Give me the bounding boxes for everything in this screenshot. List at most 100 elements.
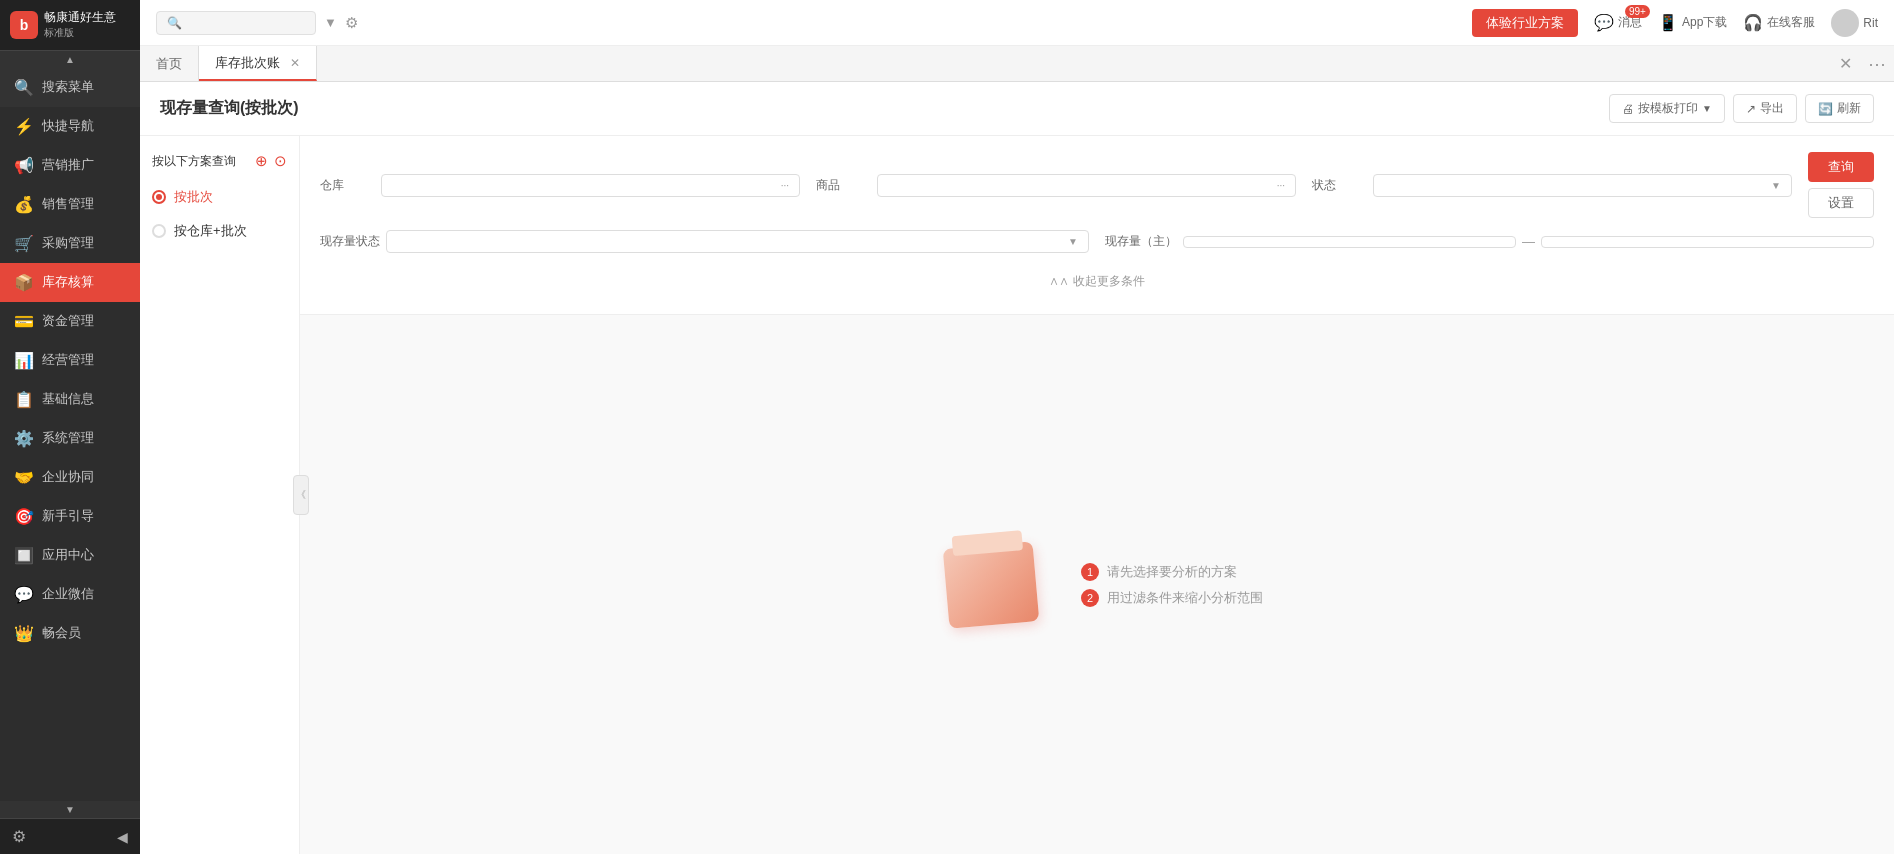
result-area: 仓库 ··· 商品 ··· 状态 <box>300 136 1894 854</box>
sidebar-item-purchase[interactable]: 🛒 采购管理 <box>0 224 140 263</box>
status-select[interactable]: ▼ <box>1373 174 1792 197</box>
empty-state: 1 请先选择要分析的方案 2 用过滤条件来缩小分析范围 <box>300 315 1894 854</box>
tab-home[interactable]: 首页 <box>140 46 199 81</box>
sidebar-item-quick-nav[interactable]: ⚡ 快捷导航 <box>0 107 140 146</box>
message-icon: 💬 <box>1594 13 1614 32</box>
sidebar-item-enterprise-wechat[interactable]: 💬 企业微信 <box>0 575 140 614</box>
condition-row-2: 现存量状态 ▼ 现存量（主） — <box>320 230 1874 253</box>
sidebar-item-label: 库存核算 <box>42 273 94 291</box>
filter-add-icon[interactable]: ⊕ <box>255 152 268 170</box>
sidebar-item-system[interactable]: ⚙️ 系统管理 <box>0 419 140 458</box>
sidebar-header: b 畅康通好生意 标准版 <box>0 0 140 51</box>
warehouse-more-icon[interactable]: ··· <box>781 180 789 191</box>
sidebar-scroll-up[interactable]: ▲ <box>0 51 140 68</box>
page-title: 现存量查询(按批次) <box>160 98 299 119</box>
sidebar-item-enterprise[interactable]: 🤝 企业协同 <box>0 458 140 497</box>
filter-collapse-btn[interactable]: 《 <box>293 475 309 515</box>
sidebar-item-inventory[interactable]: 📦 库存核算 <box>0 263 140 302</box>
inventory-qty-from[interactable] <box>1183 236 1516 248</box>
tab-close-icon[interactable]: ✕ <box>290 56 300 70</box>
sidebar-scroll-down[interactable]: ▼ <box>0 801 140 818</box>
app-center-icon: 🔲 <box>14 546 34 565</box>
sidebar-item-label: 营销推广 <box>42 156 94 174</box>
inventory-qty-label: 现存量（主） <box>1105 233 1177 250</box>
sidebar-item-member[interactable]: 👑 畅会员 <box>0 614 140 653</box>
tab-home-label: 首页 <box>156 55 182 73</box>
page-header: 现存量查询(按批次) 🖨 按模板打印 ▼ ↗ 导出 🔄 刷新 <box>140 82 1894 136</box>
collapse-more-label: 收起更多条件 <box>1073 274 1145 288</box>
export-btn[interactable]: ↗ 导出 <box>1733 94 1797 123</box>
sidebar-item-finance[interactable]: 💳 资金管理 <box>0 302 140 341</box>
sidebar-item-label: 畅会员 <box>42 624 81 642</box>
filter-panel: 按以下方案查询 ⊕ ⊙ 按批次 按仓库+批次 《 <box>140 136 300 854</box>
online-service-item[interactable]: 🎧 在线客服 <box>1743 13 1815 32</box>
inventory-status-select[interactable]: ▼ <box>386 230 1089 253</box>
condition-inventory-status: 现存量状态 ▼ <box>320 230 1089 253</box>
filter-item-by-warehouse-batch[interactable]: 按仓库+批次 <box>140 214 299 248</box>
topbar-settings-icon[interactable]: ⚙ <box>345 14 358 32</box>
app-download-item[interactable]: 📱 App下载 <box>1658 13 1727 32</box>
query-btn[interactable]: 查询 <box>1808 152 1874 182</box>
user-avatar <box>1831 9 1859 37</box>
sales-icon: 💰 <box>14 195 34 214</box>
messages-item[interactable]: 💬 消息 99+ <box>1594 13 1642 32</box>
sidebar-item-newbie[interactable]: 🎯 新手引导 <box>0 497 140 536</box>
sidebar-item-label: 企业微信 <box>42 585 94 603</box>
print-label: 按模板打印 <box>1638 100 1698 117</box>
sidebar-item-label: 采购管理 <box>42 234 94 252</box>
collapse-more-btn[interactable]: ∧∧ 收起更多条件 <box>320 265 1874 298</box>
product-input[interactable]: ··· <box>877 174 1296 197</box>
empty-box <box>943 541 1040 629</box>
inventory-qty-to[interactable] <box>1541 236 1874 248</box>
warehouse-label: 仓库 <box>320 177 375 194</box>
settings-btn[interactable]: 设置 <box>1808 188 1874 218</box>
export-label: 导出 <box>1760 100 1784 117</box>
main-content: 🔍 ▼ ⚙ 体验行业方案 💬 消息 99+ 📱 App下载 🎧 在线客服 <box>140 0 1894 854</box>
experience-btn[interactable]: 体验行业方案 <box>1472 9 1578 37</box>
marketing-icon: 📢 <box>14 156 34 175</box>
tip-text-2: 用过滤条件来缩小分析范围 <box>1107 589 1263 607</box>
filter-panel-header: 按以下方案查询 ⊕ ⊙ <box>140 146 299 180</box>
warehouse-input[interactable]: ··· <box>381 174 800 197</box>
app-subtitle: 标准版 <box>44 26 116 40</box>
app-download-icon: 📱 <box>1658 13 1678 32</box>
sidebar-item-search[interactable]: 🔍 搜索菜单 <box>0 68 140 107</box>
tab-inventory-batch[interactable]: 库存批次账 ✕ <box>199 46 317 81</box>
quick-nav-icon: ⚡ <box>14 117 34 136</box>
condition-inventory-qty: 现存量（主） — <box>1105 233 1874 250</box>
filter-item-by-batch[interactable]: 按批次 <box>140 180 299 214</box>
sidebar-item-label: 资金管理 <box>42 312 94 330</box>
sidebar-item-label: 新手引导 <box>42 507 94 525</box>
refresh-btn[interactable]: 🔄 刷新 <box>1805 94 1874 123</box>
print-dropdown-icon: ▼ <box>1702 103 1712 114</box>
sidebar-item-operations[interactable]: 📊 经营管理 <box>0 341 140 380</box>
empty-tips: 1 请先选择要分析的方案 2 用过滤条件来缩小分析范围 <box>1081 563 1263 607</box>
topbar: 🔍 ▼ ⚙ 体验行业方案 💬 消息 99+ 📱 App下载 🎧 在线客服 <box>140 0 1894 46</box>
online-service-icon: 🎧 <box>1743 13 1763 32</box>
settings-icon[interactable]: ⚙ <box>12 827 26 846</box>
sidebar-collapse-icon[interactable]: ◀ <box>117 829 128 845</box>
sidebar-item-label: 应用中心 <box>42 546 94 564</box>
condition-warehouse: 仓库 ··· <box>320 174 800 197</box>
sidebar-item-label: 搜索菜单 <box>42 78 94 96</box>
filter-panel-title: 按以下方案查询 <box>152 153 236 170</box>
topbar-dropdown-icon[interactable]: ▼ <box>324 15 337 30</box>
tip-text-1: 请先选择要分析的方案 <box>1107 563 1237 581</box>
user-profile-item[interactable]: Rit <box>1831 9 1878 37</box>
print-btn[interactable]: 🖨 按模板打印 ▼ <box>1609 94 1725 123</box>
sidebar-item-marketing[interactable]: 📢 营销推广 <box>0 146 140 185</box>
empty-illustration <box>931 525 1051 645</box>
tip-num-1: 1 <box>1081 563 1099 581</box>
tab-area-close-icon[interactable]: ✕ <box>1839 54 1852 73</box>
empty-tip-1: 1 请先选择要分析的方案 <box>1081 563 1263 581</box>
user-name: Rit <box>1863 16 1878 30</box>
tab-area-expand-icon[interactable]: ⋯ <box>1868 53 1886 75</box>
sidebar-item-app-center[interactable]: 🔲 应用中心 <box>0 536 140 575</box>
inventory-icon: 📦 <box>14 273 34 292</box>
product-more-icon[interactable]: ··· <box>1277 180 1285 191</box>
product-label: 商品 <box>816 177 871 194</box>
topbar-search-box[interactable]: 🔍 <box>156 11 316 35</box>
sidebar-item-sales[interactable]: 💰 销售管理 <box>0 185 140 224</box>
sidebar-item-basic[interactable]: 📋 基础信息 <box>0 380 140 419</box>
filter-settings-icon[interactable]: ⊙ <box>274 152 287 170</box>
